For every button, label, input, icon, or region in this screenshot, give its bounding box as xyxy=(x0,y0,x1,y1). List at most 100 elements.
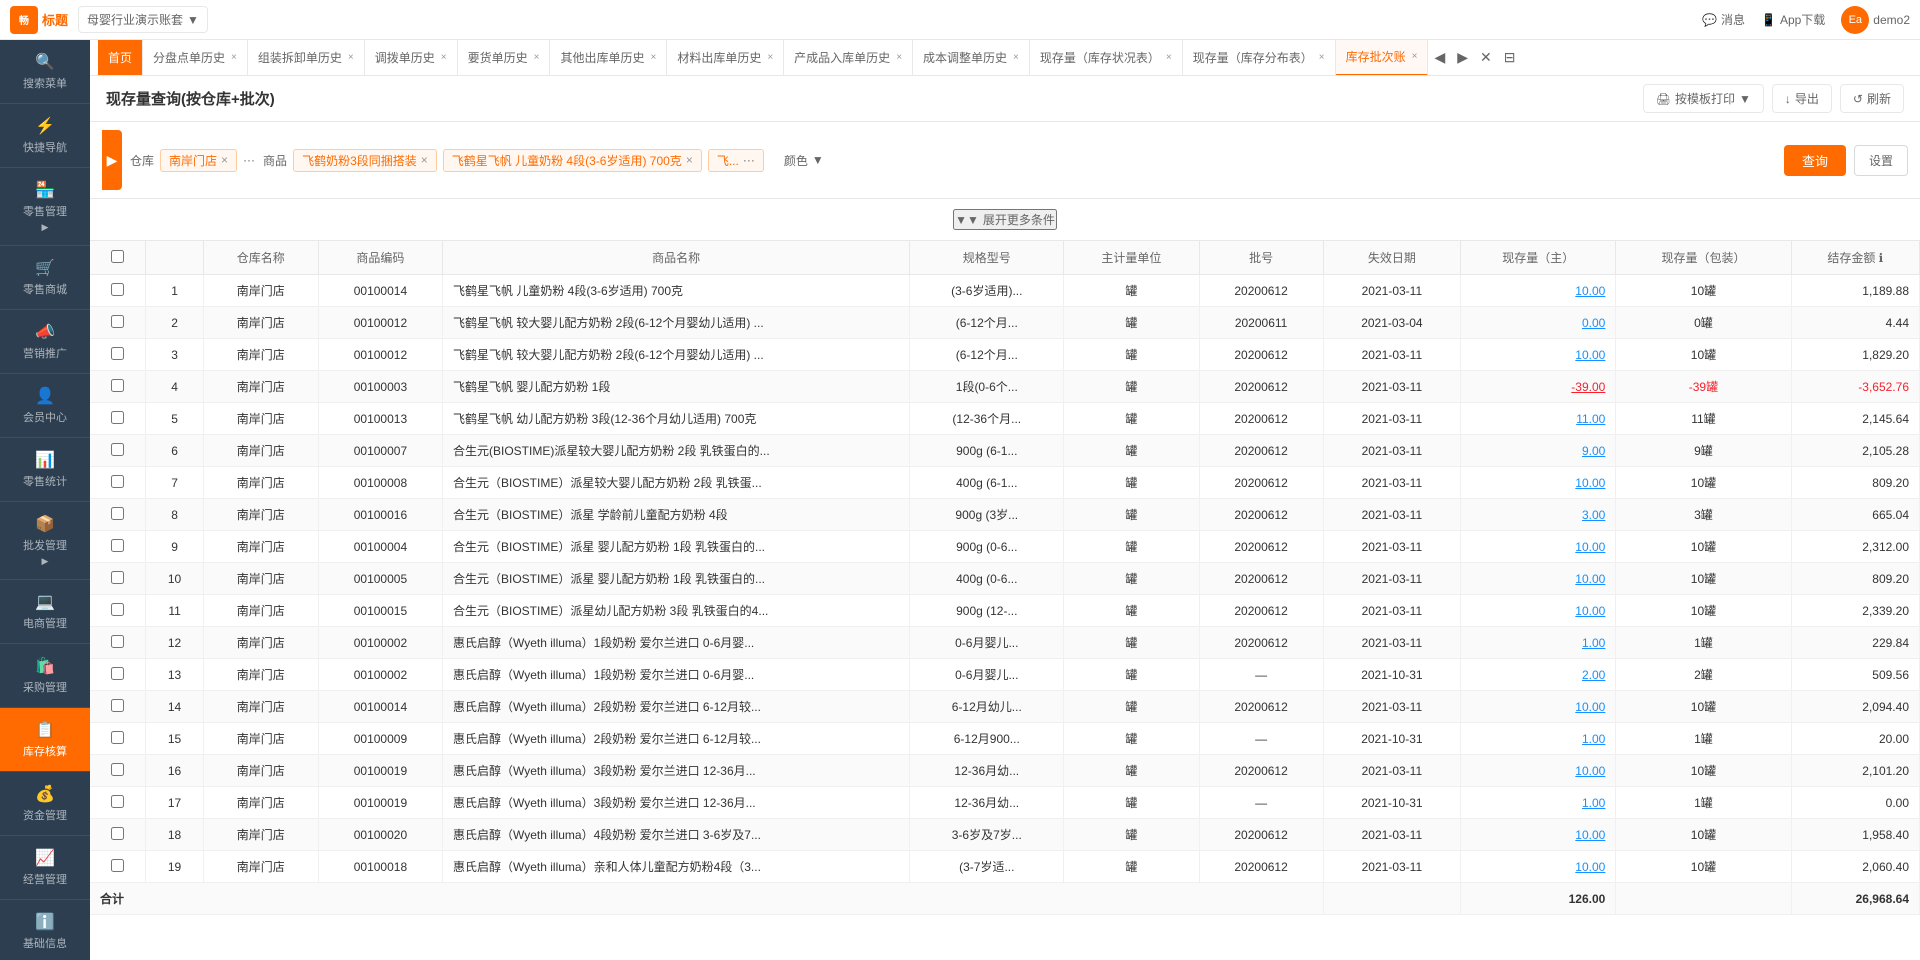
row-qty-main[interactable]: 1.00 xyxy=(1461,627,1616,659)
row-qty-main[interactable]: 10.00 xyxy=(1461,531,1616,563)
row-qty-main[interactable]: 1.00 xyxy=(1461,787,1616,819)
row-qty-main[interactable]: 10.00 xyxy=(1461,595,1616,627)
row-checkbox[interactable] xyxy=(90,371,146,403)
goods-tag-ellipsis[interactable]: ··· xyxy=(743,153,755,167)
tab-cailiaochu[interactable]: 材料出库单历史 × xyxy=(667,40,784,76)
tab-chengben[interactable]: 成本调整单历史 × xyxy=(913,40,1030,76)
sidebar-item-inventory[interactable]: 📋 库存核算 xyxy=(0,708,90,772)
tab-diaopi[interactable]: 调拨单历史 × xyxy=(365,40,458,76)
row-qty-main[interactable]: 11.00 xyxy=(1461,403,1616,435)
row-qty-main[interactable]: 10.00 xyxy=(1461,691,1616,723)
sidebar-item-search[interactable]: 🔍 搜索菜单 xyxy=(0,40,90,104)
tab-qitachu[interactable]: 其他出库单历史 × xyxy=(550,40,667,76)
tab-close-button[interactable]: ✕ xyxy=(1474,49,1498,66)
setting-button[interactable]: 设置 xyxy=(1854,145,1908,176)
tab-fenpin[interactable]: 分盘点单历史 × xyxy=(143,40,248,76)
user-area[interactable]: Ea demo2 xyxy=(1841,6,1910,34)
row-checkbox[interactable] xyxy=(90,275,146,307)
row-checkbox[interactable] xyxy=(90,307,146,339)
tab-yaohuo-close[interactable]: × xyxy=(534,52,540,63)
row-checkbox[interactable] xyxy=(90,723,146,755)
row-qty-main[interactable]: 10.00 xyxy=(1461,467,1616,499)
row-qty-main[interactable]: 10.00 xyxy=(1461,851,1616,883)
row-qty-main[interactable]: -39.00 xyxy=(1461,371,1616,403)
warehouse-tag[interactable]: 南岸门店 × xyxy=(160,149,237,172)
sidebar-item-marketing[interactable]: 📣 营销推广 xyxy=(0,310,90,374)
row-qty-main[interactable]: 10.00 xyxy=(1461,819,1616,851)
expand-conditions-button[interactable]: ▼▼ 展开更多条件 xyxy=(953,209,1057,230)
tab-xianzaikucun[interactable]: 现存量（库存状况表） × xyxy=(1030,40,1183,76)
filter-collapse-button[interactable]: ▶ xyxy=(102,130,122,190)
row-checkbox[interactable] xyxy=(90,755,146,787)
tab-home[interactable]: 首页 xyxy=(98,40,143,76)
tab-chanpinru-close[interactable]: × xyxy=(896,52,902,63)
query-button[interactable]: 查询 xyxy=(1784,145,1846,176)
row-checkbox[interactable] xyxy=(90,787,146,819)
tab-chengben-close[interactable]: × xyxy=(1013,52,1019,63)
sidebar-item-basic[interactable]: ℹ️ 基础信息 xyxy=(0,900,90,960)
row-qty-main[interactable]: 3.00 xyxy=(1461,499,1616,531)
row-checkbox[interactable] xyxy=(90,339,146,371)
row-checkbox[interactable] xyxy=(90,851,146,883)
row-checkbox[interactable] xyxy=(90,819,146,851)
row-qty-main[interactable]: 10.00 xyxy=(1461,755,1616,787)
goods-tag-1[interactable]: 飞鹤奶粉3段同捆搭装 × xyxy=(293,149,437,172)
sidebar-item-operation[interactable]: 📈 经营管理 xyxy=(0,836,90,900)
tab-qitachu-close[interactable]: × xyxy=(650,52,656,63)
row-qty-main[interactable]: 1.00 xyxy=(1461,723,1616,755)
sidebar-item-retail[interactable]: 🏪 零售管理 ▶ xyxy=(0,168,90,246)
print-button[interactable]: 🖨 按模板打印 ▼ xyxy=(1643,84,1764,113)
sidebar-item-ecommerce[interactable]: 💻 电商管理 xyxy=(0,580,90,644)
sidebar-item-quick[interactable]: ⚡ 快捷导航 xyxy=(0,104,90,168)
tab-xianzaifenbu-close[interactable]: × xyxy=(1319,52,1325,63)
row-checkbox[interactable] xyxy=(90,467,146,499)
row-qty-main[interactable]: 0.00 xyxy=(1461,307,1616,339)
tab-prev-button[interactable]: ◀ xyxy=(1428,49,1451,66)
row-checkbox[interactable] xyxy=(90,403,146,435)
sidebar-item-member[interactable]: 👤 会员中心 xyxy=(0,374,90,438)
sidebar-item-wholesale[interactable]: 📦 批发管理 ▶ xyxy=(0,502,90,580)
row-qty-main[interactable]: 10.00 xyxy=(1461,339,1616,371)
goods-tag-2[interactable]: 飞鹤星飞帆 儿童奶粉 4段(3-6岁适用) 700克 × xyxy=(443,149,702,172)
tab-fenpin-close[interactable]: × xyxy=(231,52,237,63)
tab-next-button[interactable]: ▶ xyxy=(1451,49,1474,66)
tab-pizhupici-close[interactable]: × xyxy=(1412,51,1418,62)
row-qty-main[interactable]: 9.00 xyxy=(1461,435,1616,467)
tab-zuhe[interactable]: 组装拆卸单历史 × xyxy=(248,40,365,76)
row-checkbox[interactable] xyxy=(90,659,146,691)
tab-cailiaochu-close[interactable]: × xyxy=(767,52,773,63)
export-button[interactable]: ↓ 导出 xyxy=(1772,84,1832,113)
row-qty-main[interactable]: 10.00 xyxy=(1461,563,1616,595)
row-checkbox[interactable] xyxy=(90,627,146,659)
app-download-button[interactable]: 📱 App下载 xyxy=(1761,11,1825,28)
warehouse-ellipsis[interactable]: ··· xyxy=(243,153,255,167)
sidebar-item-stat[interactable]: 📊 零售统计 xyxy=(0,438,90,502)
tab-menu-button[interactable]: ⊟ xyxy=(1498,49,1522,66)
row-checkbox[interactable] xyxy=(90,531,146,563)
sidebar-item-shop[interactable]: 🛒 零售商城 xyxy=(0,246,90,310)
warehouse-tag-close[interactable]: × xyxy=(221,153,228,167)
row-checkbox[interactable] xyxy=(90,595,146,627)
goods-tag-2-close[interactable]: × xyxy=(686,153,693,167)
row-checkbox[interactable] xyxy=(90,563,146,595)
tab-chanpinru[interactable]: 产成品入库单历史 × xyxy=(784,40,913,76)
row-checkbox[interactable] xyxy=(90,499,146,531)
tab-pizhupici[interactable]: 库存批次账 × xyxy=(1336,40,1429,76)
row-qty-main[interactable]: 10.00 xyxy=(1461,275,1616,307)
tab-zuhe-close[interactable]: × xyxy=(348,52,354,63)
goods-tag-1-close[interactable]: × xyxy=(421,153,428,167)
color-filter-arrow[interactable]: ▼ xyxy=(812,153,824,167)
tab-xianzaifenbu[interactable]: 现存量（库存分布表） × xyxy=(1183,40,1336,76)
sidebar-item-purchase[interactable]: 🛍️ 采购管理 xyxy=(0,644,90,708)
goods-tag-3[interactable]: 飞... ··· xyxy=(708,149,764,172)
row-checkbox[interactable] xyxy=(90,435,146,467)
sidebar-item-finance[interactable]: 💰 资金管理 xyxy=(0,772,90,836)
tab-diaopi-close[interactable]: × xyxy=(441,52,447,63)
row-checkbox[interactable] xyxy=(90,691,146,723)
refresh-button[interactable]: ↺ 刷新 xyxy=(1840,84,1904,113)
message-button[interactable]: 💬 消息 xyxy=(1702,11,1745,28)
select-all-checkbox[interactable] xyxy=(111,250,124,263)
row-qty-main[interactable]: 2.00 xyxy=(1461,659,1616,691)
tab-xianzaikucun-close[interactable]: × xyxy=(1166,52,1172,63)
company-selector[interactable]: 母婴行业演示账套 ▼ xyxy=(78,6,208,33)
